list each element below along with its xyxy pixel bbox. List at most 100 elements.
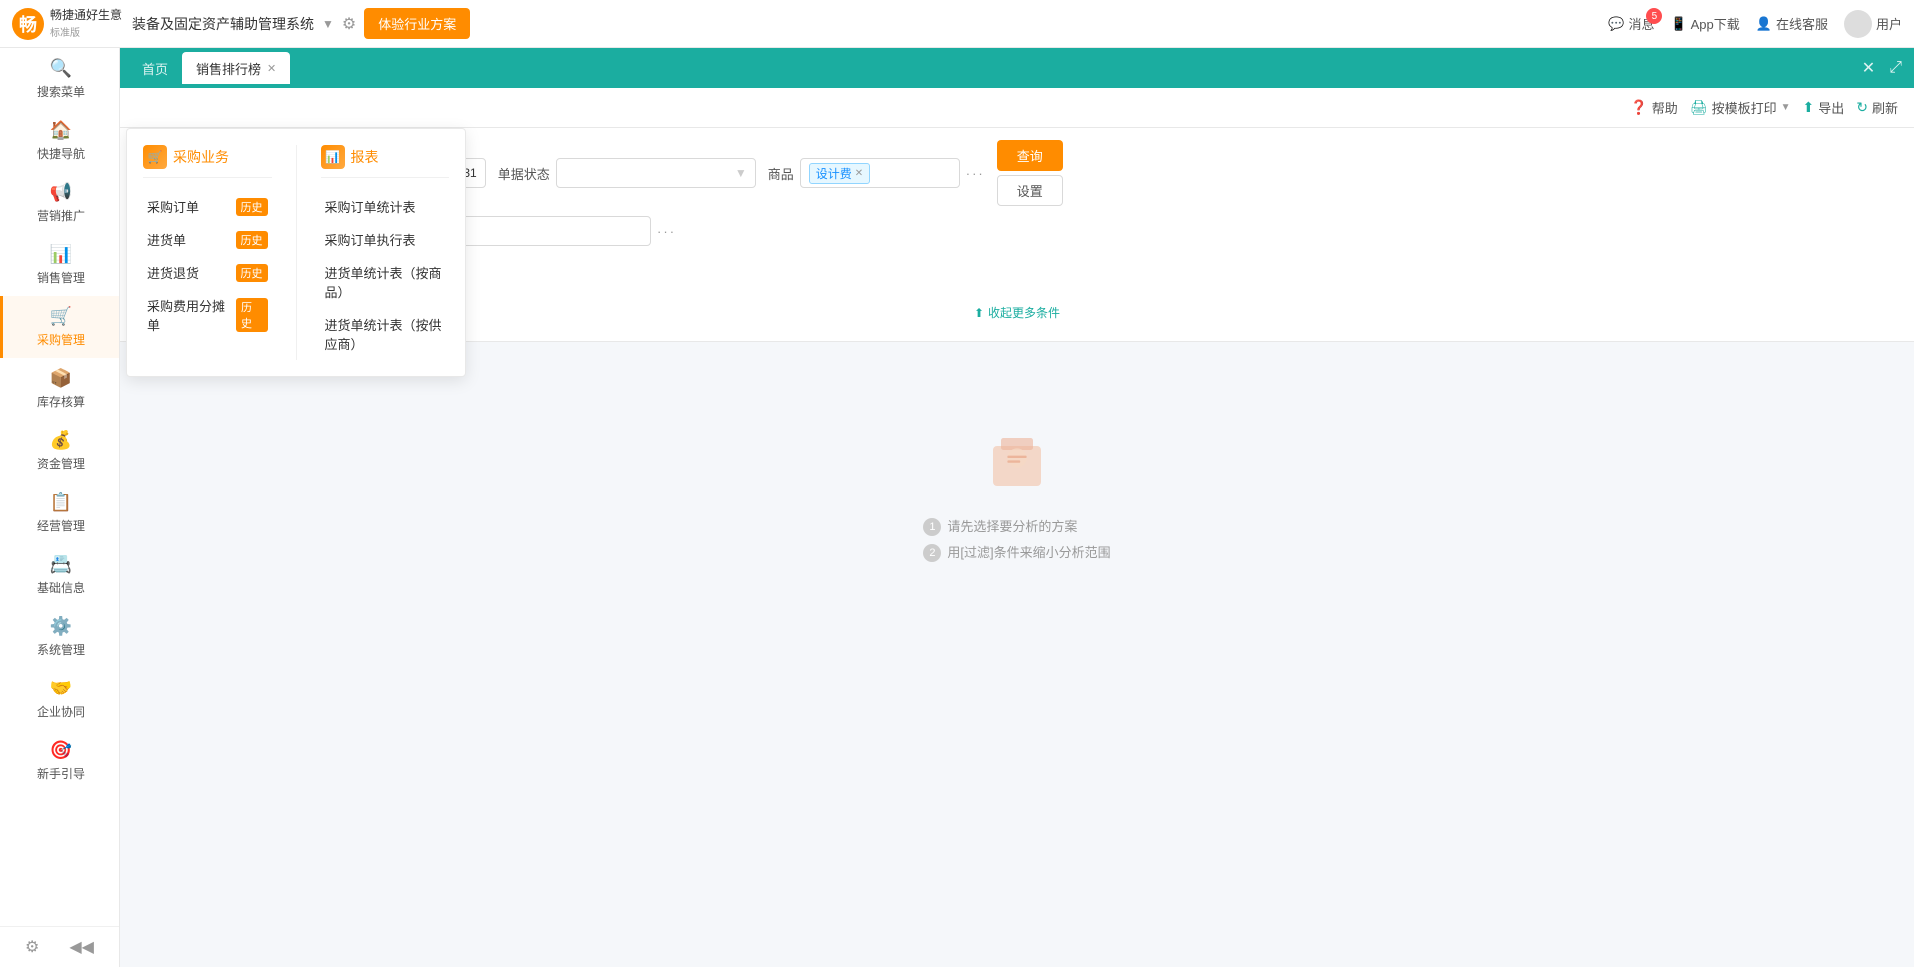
tab-close-icon[interactable]: ✕ [267,62,276,75]
sidebar-settings-icon[interactable]: ⚙ [25,937,39,957]
sidebar-item-newbie-label: 新手引导 [37,765,85,782]
purchase-expense-history-badge: 历史 [236,298,268,332]
logo-area: 畅 畅捷通好生意 标准版 [12,8,132,40]
sidebar-item-quick-nav[interactable]: 🏠 快捷导航 [0,110,119,172]
purchase-col: 🛒 采购业务 采购订单 历史 进货单 历史 [143,145,272,360]
tab-maximize-icon[interactable]: ⤢ [1885,57,1906,79]
export-label: 导出 [1818,98,1844,117]
app-download-btn[interactable]: 📱 App下载 [1670,14,1739,33]
order-exec-label: 采购订单执行表 [325,230,416,249]
report-col: 📊 报表 采购订单统计表 采购订单执行表 进货单统计表（按商品） [321,145,450,360]
message-badge: 5 [1646,8,1662,24]
refresh-btn[interactable]: ↻ 刷新 [1856,98,1898,117]
system-settings-icon[interactable]: ⚙ [342,14,356,34]
sidebar-item-marketing[interactable]: 📢 营销推广 [0,172,119,234]
sidebar-item-inventory[interactable]: 📦 库存核算 [0,358,119,420]
sidebar-collapse-icon[interactable]: ◀◀ [69,937,94,957]
newbie-icon: 🎯 [50,740,72,761]
main-layout: 🔍 搜索菜单 🏠 快捷导航 📢 营销推广 📊 销售管理 🛒 采购管理 📦 库存核… [0,48,1914,967]
inventory-icon: 📦 [50,368,72,389]
header-right: 💬 消息 5 📱 App下载 👤 在线客服 用户 [1608,10,1902,38]
system-title-text: 装备及固定资产辅助管理系统 [132,14,314,34]
message-icon: 💬 [1608,16,1624,32]
dropdown-item-purchase-order[interactable]: 采购订单 历史 [143,190,272,223]
system-title-area: 装备及固定资产辅助管理系统 ▼ ⚙ 体验行业方案 [132,8,1608,39]
refresh-icon: ↻ [1856,99,1868,116]
enterprise-icon: 🤝 [50,678,72,699]
sidebar-bottom: ⚙ ◀◀ [0,926,119,967]
dropdown-menu: 🛒 采购业务 采购订单 历史 进货单 历史 [126,128,466,377]
logo-name: 畅捷通好生意 [50,8,122,24]
print-label: 按模板打印 [1712,98,1777,117]
sidebar-item-operations[interactable]: 📋 经营管理 [0,482,119,544]
phone-icon: 📱 [1670,16,1686,32]
dropdown-item-purchase-expense[interactable]: 采购费用分摊单 历史 [143,289,272,341]
page-content: ❓ 帮助 🖨 按模板打印 ▼ ⬆ 导出 ↻ 刷新 [120,88,1914,967]
search-menu-icon: 🔍 [50,58,72,79]
tab-bar-right: ✕ ⤢ [1858,56,1906,80]
purchase-col-header: 🛒 采购业务 [143,145,272,178]
sidebar-item-basic-info[interactable]: 📇 基础信息 [0,544,119,606]
sidebar-item-finance[interactable]: 💰 资金管理 [0,420,119,482]
report-col-title: 报表 [351,147,379,167]
finance-icon: 💰 [50,430,72,451]
industry-btn[interactable]: 体验行业方案 [364,8,470,39]
export-icon: ⬆ [1803,99,1815,116]
tab-sales-rank[interactable]: 销售排行榜 ✕ [182,52,290,84]
service-icon: 👤 [1756,16,1772,32]
help-btn[interactable]: ❓ 帮助 [1630,98,1677,117]
purchase-order-label: 采购订单 [147,197,199,216]
print-btn[interactable]: 🖨 按模板打印 ▼ [1690,98,1791,117]
dropdown-item-receipt-by-supplier[interactable]: 进货单统计表（按供应商） [321,308,450,360]
sidebar-item-newbie[interactable]: 🎯 新手引导 [0,730,119,792]
online-service-btn[interactable]: 👤 在线客服 [1756,14,1828,33]
print-icon: 🖨 [1690,99,1708,116]
toolbar-row: ❓ 帮助 🖨 按模板打印 ▼ ⬆ 导出 ↻ 刷新 [120,88,1914,128]
purchase-icon: 🛒 [50,306,72,327]
message-btn[interactable]: 💬 消息 5 [1608,14,1654,33]
title-dropdown-arrow[interactable]: ▼ [322,17,334,31]
export-btn[interactable]: ⬆ 导出 [1803,98,1845,117]
online-service-label: 在线客服 [1776,14,1828,33]
tab-bar: 首页 销售排行榜 ✕ ✕ ⤢ [120,48,1914,88]
app-download-label: App下载 [1691,14,1740,33]
refresh-label: 刷新 [1872,98,1898,117]
marketing-icon: 📢 [50,182,72,203]
tab-home[interactable]: 首页 [128,52,182,84]
dropdown-cols: 🛒 采购业务 采购订单 历史 进货单 历史 [143,145,449,360]
receipt-by-goods-label: 进货单统计表（按商品） [325,263,446,301]
purchase-receipt-history-badge: 历史 [236,231,268,249]
sidebar-item-purchase[interactable]: 🛒 采购管理 [0,296,119,358]
dropdown-item-order-stats[interactable]: 采购订单统计表 [321,190,450,223]
sidebar-item-purchase-label: 采购管理 [37,331,85,348]
content-area: 首页 销售排行榜 ✕ ✕ ⤢ ❓ 帮助 🖨 按模板打印 [120,48,1914,967]
sidebar-item-search-menu[interactable]: 🔍 搜索菜单 [0,48,119,110]
sidebar: 🔍 搜索菜单 🏠 快捷导航 📢 营销推广 📊 销售管理 🛒 采购管理 📦 库存核… [0,48,120,967]
dropdown-item-purchase-receipt[interactable]: 进货单 历史 [143,223,272,256]
tab-close-all-icon[interactable]: ✕ [1858,56,1879,80]
help-label: 帮助 [1652,98,1678,117]
order-stats-label: 采购订单统计表 [325,197,416,216]
purchase-expense-label: 采购费用分摊单 [147,296,236,334]
sidebar-item-system-label: 系统管理 [37,641,85,658]
purchase-return-label: 进货退货 [147,263,199,282]
sidebar-item-system[interactable]: ⚙️ 系统管理 [0,606,119,668]
report-col-header: 📊 报表 [321,145,450,178]
purchase-order-history-badge: 历史 [236,198,268,216]
logo-icon: 畅 [12,8,44,40]
dropdown-item-purchase-return[interactable]: 进货退货 历史 [143,256,272,289]
sidebar-item-search-menu-label: 搜索菜单 [37,83,85,100]
print-dropdown-icon[interactable]: ▼ [1781,102,1791,113]
sidebar-item-sales-label: 销售管理 [37,269,85,286]
sidebar-item-inventory-label: 库存核算 [37,393,85,410]
tab-sales-rank-label: 销售排行榜 [196,59,261,78]
dropdown-item-receipt-by-goods[interactable]: 进货单统计表（按商品） [321,256,450,308]
sidebar-item-sales[interactable]: 📊 销售管理 [0,234,119,296]
sidebar-item-quick-nav-label: 快捷导航 [37,145,85,162]
help-icon: ❓ [1630,99,1647,116]
sidebar-item-marketing-label: 营销推广 [37,207,85,224]
dropdown-item-order-exec[interactable]: 采购订单执行表 [321,223,450,256]
user-area[interactable]: 用户 [1844,10,1902,38]
sidebar-item-enterprise[interactable]: 🤝 企业协同 [0,668,119,730]
menu-divider [296,145,297,360]
